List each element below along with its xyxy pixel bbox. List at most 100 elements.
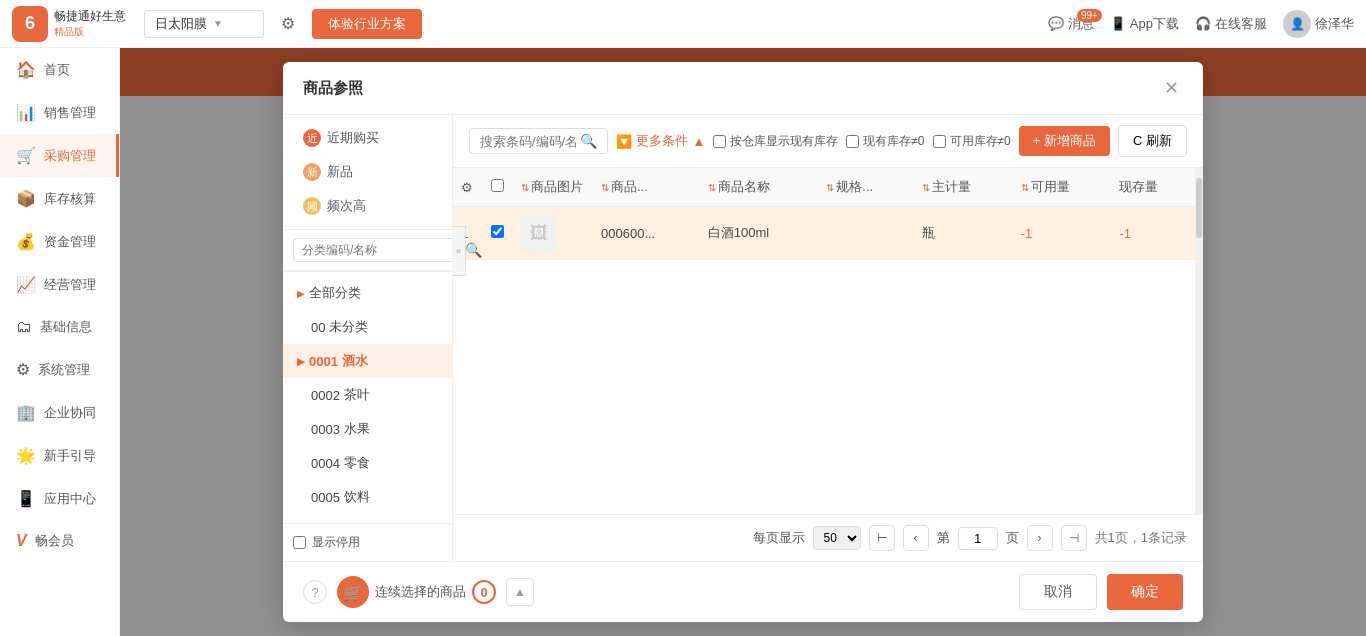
scroll-thumb[interactable] [1196, 178, 1202, 238]
user-profile-nav-item[interactable]: 👤 徐泽华 [1283, 10, 1354, 38]
sidebar-item-guide[interactable]: 🌟 新手引导 [0, 434, 119, 477]
category-item-0005[interactable]: 0005 饮料 [283, 480, 452, 514]
dropdown-arrow-icon: ▼ [213, 18, 223, 29]
top-navigation: 6 畅捷通好生意 精品版 日太阳膜 ▼ ⚙ 体验行业方案 💬 消息 99+ 📱 … [0, 0, 1366, 48]
last-page-button[interactable]: ⊣ [1061, 525, 1087, 551]
prev-page-button[interactable]: ‹ [903, 525, 929, 551]
message-nav-item[interactable]: 💬 消息 99+ [1048, 15, 1094, 33]
sidebar-item-purchase[interactable]: 🛒 采购管理 [0, 134, 119, 177]
checkbox-available[interactable] [933, 135, 946, 148]
modal-body: 近 近期购买 新 新品 频 频次高 [283, 115, 1203, 561]
product-search-input[interactable] [480, 134, 576, 149]
collapse-panel-button[interactable]: « [452, 226, 466, 276]
apps-icon: 📱 [16, 489, 36, 508]
cancel-button[interactable]: 取消 [1019, 574, 1097, 610]
sidebar-item-basic[interactable]: 🗂 基础信息 [0, 306, 119, 348]
cart-count-badge: 0 [472, 580, 496, 604]
sidebar-item-stock[interactable]: 📦 库存核算 [0, 177, 119, 220]
sidebar-item-corp[interactable]: 🏢 企业协同 [0, 391, 119, 434]
modal-title: 商品参照 [303, 79, 363, 98]
sidebar-item-member[interactable]: V 畅会员 [0, 520, 119, 562]
store-dropdown[interactable]: 日太阳膜 ▼ [144, 10, 264, 38]
modal-footer: ? 🛒 连续选择的商品 0 ▲ 取消 确定 [283, 561, 1203, 622]
product-reference-modal: 商品参照 ✕ 近 近期购买 新 新品 [283, 62, 1203, 622]
frequent-tab[interactable]: 频 频次高 [293, 191, 442, 221]
category-search-icon[interactable]: 🔍 [465, 242, 482, 258]
product-thumbnail: 🖼 [521, 215, 557, 251]
help-icon[interactable]: ? [303, 580, 327, 604]
basic-icon: 🗂 [16, 318, 32, 336]
category-item-00[interactable]: 00 未分类 [283, 310, 452, 344]
first-page-button[interactable]: ⊢ [869, 525, 895, 551]
category-bottom: 显示停用 [283, 523, 452, 561]
row-available: -1 [1013, 207, 1112, 260]
col-stock[interactable]: 现存量 [1111, 168, 1195, 207]
confirm-button[interactable]: 确定 [1107, 574, 1183, 610]
recent-icon: 近 [303, 129, 321, 147]
nav-right: 💬 消息 99+ 📱 App下载 🎧 在线客服 👤 徐泽华 [1048, 10, 1354, 38]
checkbox-nonzero-label[interactable]: 现有库存≠0 [846, 133, 924, 150]
page-info: 共1页，1条记录 [1095, 529, 1187, 547]
show-disabled-checkbox[interactable] [293, 536, 306, 549]
checkbox-available-label[interactable]: 可用库存≠0 [933, 133, 1011, 150]
category-item-0002[interactable]: 0002 茶叶 [283, 378, 452, 412]
member-icon: V [16, 532, 27, 550]
col-image[interactable]: ⇅商品图片 [513, 168, 593, 207]
new-icon: 新 [303, 163, 321, 181]
app-download-nav-item[interactable]: 📱 App下载 [1110, 15, 1179, 33]
checkbox-warehouse[interactable] [713, 135, 726, 148]
new-tab[interactable]: 新 新品 [293, 157, 442, 187]
settings-icon[interactable]: ⚙ [272, 8, 304, 40]
home-icon: 🏠 [16, 60, 36, 79]
sidebar-item-finance[interactable]: 💰 资金管理 [0, 220, 119, 263]
col-available[interactable]: ⇅可用量 [1013, 168, 1112, 207]
category-item-0008[interactable]: 0008 水 [283, 514, 452, 523]
logo-area: 6 畅捷通好生意 精品版 [12, 6, 132, 42]
sidebar-item-home[interactable]: 🏠 首页 [0, 48, 119, 91]
headset-icon: 🎧 [1195, 16, 1211, 31]
product-panel: 🔍 🔽 更多条件 ▲ 按仓库显示现有库存 [453, 115, 1203, 561]
row-image: 🖼 [513, 207, 593, 260]
sidebar-item-system[interactable]: ⚙ 系统管理 [0, 348, 119, 391]
cart-area[interactable]: 🛒 连续选择的商品 0 [337, 576, 496, 608]
refresh-button[interactable]: C 刷新 [1118, 125, 1187, 157]
select-all-checkbox[interactable] [491, 179, 504, 192]
category-item-0003[interactable]: 0003 水果 [283, 412, 452, 446]
next-page-button[interactable]: › [1027, 525, 1053, 551]
col-code[interactable]: ⇅商品... [593, 168, 700, 207]
col-settings[interactable]: ⚙ [453, 168, 483, 207]
product-search-icon[interactable]: 🔍 [580, 133, 597, 149]
product-search-wrap: 🔍 [469, 128, 608, 154]
col-spec[interactable]: ⇅规格... [818, 168, 914, 207]
filter-more-button[interactable]: 🔽 更多条件 ▲ [616, 132, 705, 150]
side-scrollbar[interactable] [1195, 168, 1203, 514]
active-arrow-icon: ▶ [297, 356, 305, 367]
online-service-nav-item[interactable]: 🎧 在线客服 [1195, 15, 1267, 33]
stock-icon: 📦 [16, 189, 36, 208]
page-size-select[interactable]: 50 [813, 526, 861, 550]
purchase-icon: 🛒 [16, 146, 36, 165]
col-unit[interactable]: ⇅主计量 [914, 168, 1013, 207]
mobile-icon: 📱 [1110, 16, 1126, 31]
sidebar-item-sales[interactable]: 📊 销售管理 [0, 91, 119, 134]
main-layout: 🏠 首页 📊 销售管理 🛒 采购管理 📦 库存核算 💰 资金管理 📈 经营管理 … [0, 48, 1366, 636]
page-number-input[interactable] [958, 527, 998, 550]
col-name[interactable]: ⇅商品名称 [700, 168, 819, 207]
checkbox-nonzero[interactable] [846, 135, 859, 148]
table-row[interactable]: 1 🖼 000600... 白酒100ml [453, 207, 1195, 260]
modal-close-button[interactable]: ✕ [1159, 76, 1183, 100]
collapse-footer-button[interactable]: ▲ [506, 578, 534, 606]
category-item-0001[interactable]: ▶ 0001 酒水 [283, 344, 452, 378]
footer-right: 取消 确定 [1019, 574, 1183, 610]
trial-button[interactable]: 体验行业方案 [312, 9, 422, 39]
category-item-0004[interactable]: 0004 零食 [283, 446, 452, 480]
checkbox-warehouse-label[interactable]: 按仓库显示现有库存 [713, 133, 838, 150]
category-search-input[interactable] [293, 238, 461, 262]
sidebar-item-apps[interactable]: 📱 应用中心 [0, 477, 119, 520]
show-disabled-label[interactable]: 显示停用 [293, 534, 442, 551]
sidebar-item-ops[interactable]: 📈 经营管理 [0, 263, 119, 306]
recent-tab[interactable]: 近 近期购买 [293, 123, 442, 153]
row-checkbox[interactable] [483, 207, 513, 260]
add-product-button[interactable]: + 新增商品 [1019, 126, 1110, 156]
category-item-all[interactable]: ▶ 全部分类 [283, 276, 452, 310]
